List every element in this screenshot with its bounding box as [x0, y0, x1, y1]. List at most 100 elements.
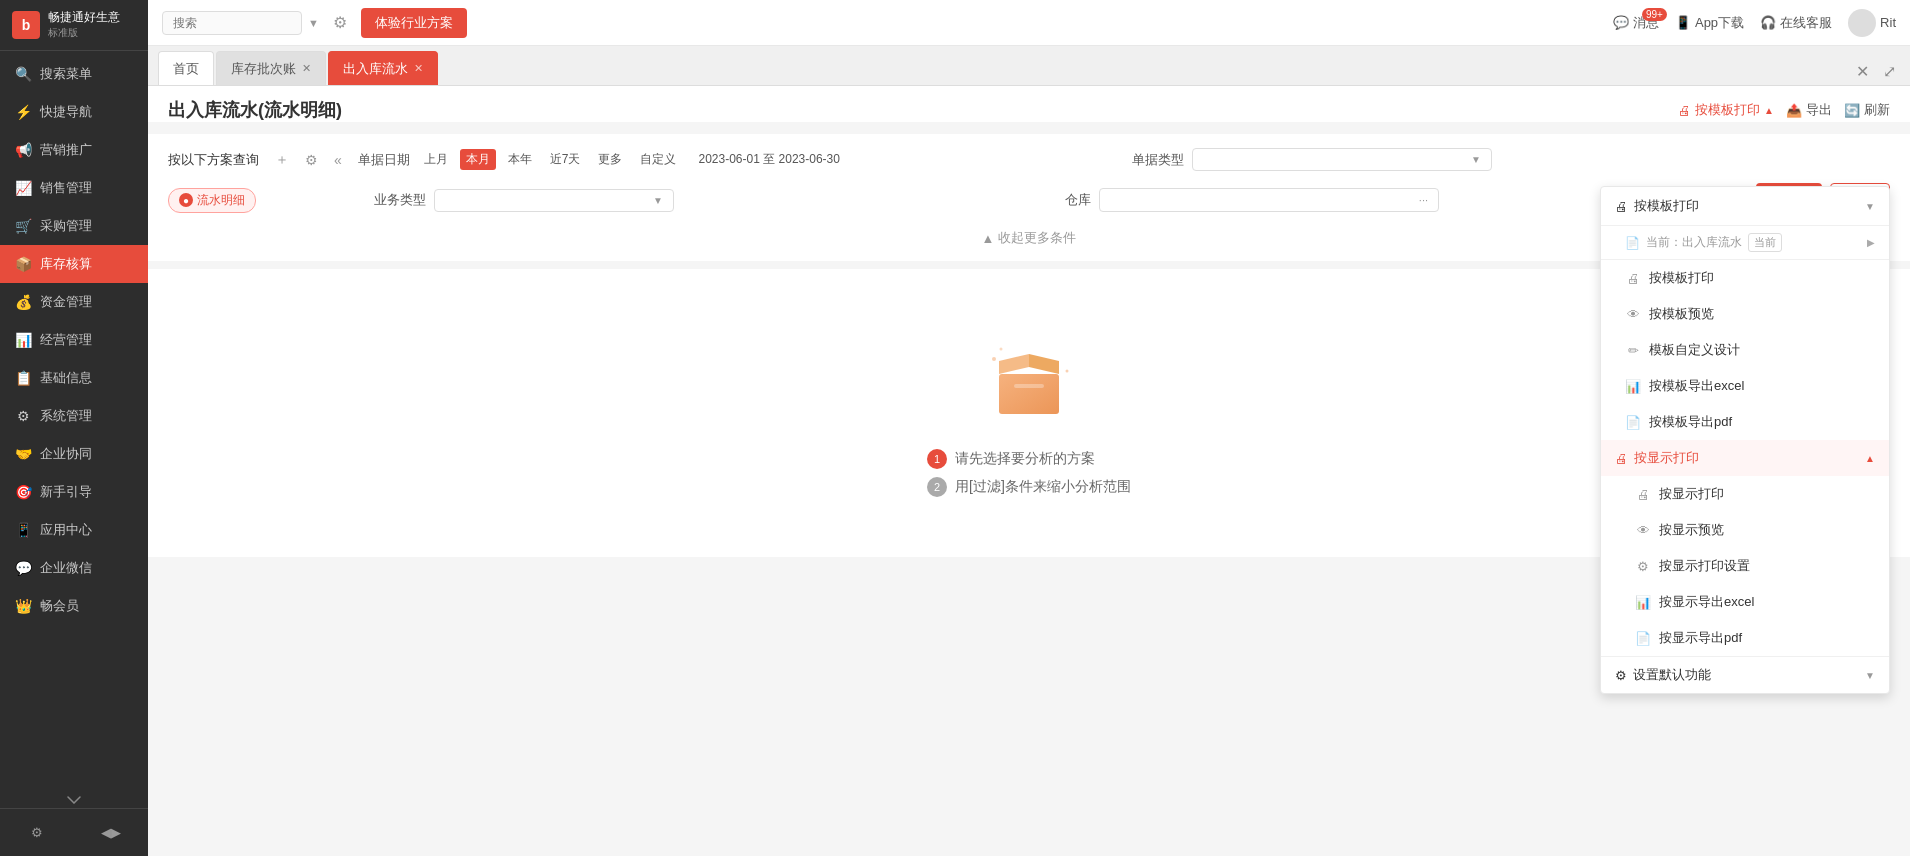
- sidebar-item-purchase[interactable]: 🛒 采购管理: [0, 207, 148, 245]
- filter-settings-icon[interactable]: ⚙: [305, 152, 318, 168]
- sidebar-item-apps[interactable]: 📱 应用中心: [0, 511, 148, 549]
- date-this-year[interactable]: 本年: [502, 149, 538, 170]
- topbar: ▼ ⚙ 体验行业方案 💬 消息 99+ 📱 App下载 🎧 在线客服: [148, 0, 1910, 46]
- date-7days[interactable]: 近7天: [544, 149, 587, 170]
- dropdown-template-design[interactable]: ✏ 模板自定义设计: [1601, 332, 1889, 368]
- dropdown-header-chevron: ▼: [1865, 201, 1875, 212]
- sidebar-item-marketing[interactable]: 📢 营销推广: [0, 131, 148, 169]
- dropdown-display-pdf[interactable]: 📄 按显示导出pdf: [1601, 620, 1889, 656]
- sidebar-item-basic[interactable]: 📋 基础信息: [0, 359, 148, 397]
- page-content: 出入库流水(流水明细) 🖨 按模板打印 ▲ 📤 导出 🔄: [148, 86, 1910, 856]
- doc-type-select[interactable]: ▼: [1192, 148, 1492, 171]
- template-pdf-icon: 📄: [1625, 414, 1641, 430]
- sidebar-bottom: ⚙ ◀▶: [0, 808, 148, 856]
- system-icon: ⚙: [14, 407, 32, 425]
- sidebar-item-inventory[interactable]: 📦 库存核算: [0, 245, 148, 283]
- tab-expand-btn[interactable]: ⤢: [1879, 58, 1900, 85]
- display-excel-icon: 📊: [1635, 594, 1651, 610]
- member-icon: 👑: [14, 597, 32, 615]
- sidebar-item-collab[interactable]: 🤝 企业协同: [0, 435, 148, 473]
- sidebar-item-guide[interactable]: 🎯 新手引导: [0, 473, 148, 511]
- dropdown-template-pdf[interactable]: 📄 按模板导出pdf: [1601, 404, 1889, 440]
- svg-rect-1: [1014, 384, 1044, 388]
- collapse-sidebar-btn[interactable]: ◀▶: [74, 817, 148, 848]
- dropdown-footer[interactable]: ⚙ 设置默认功能 ▼: [1601, 656, 1889, 693]
- business-type-arrow-icon: ▼: [653, 195, 663, 206]
- sidebar-item-search[interactable]: 🔍 搜索菜单: [0, 55, 148, 93]
- footer-chevron: ▼: [1865, 670, 1875, 681]
- date-this-month[interactable]: 本月: [460, 149, 496, 170]
- display-pdf-icon: 📄: [1635, 630, 1651, 646]
- display-print-section-icon: 🖨: [1615, 451, 1628, 466]
- sidebar-item-system[interactable]: ⚙ 系统管理: [0, 397, 148, 435]
- message-icon: 💬: [1613, 15, 1629, 30]
- sidebar: b 畅捷通好生意 标准版 🔍 搜索菜单 ⚡ 快捷导航 📢 营销推广 📈: [0, 0, 148, 856]
- operations-icon: 📊: [14, 331, 32, 349]
- tab-flow[interactable]: 出入库流水 ✕: [328, 51, 438, 85]
- tab-batch-close[interactable]: ✕: [302, 62, 311, 75]
- sidebar-item-operations[interactable]: 📊 经营管理: [0, 321, 148, 359]
- tab-flow-close[interactable]: ✕: [414, 62, 423, 75]
- dropdown-template-print[interactable]: 🖨 按模板打印: [1601, 260, 1889, 296]
- display-print-section[interactable]: 🖨 按显示打印 ▲: [1601, 440, 1889, 476]
- print-header-icon: 🖨: [1615, 199, 1628, 214]
- purchase-icon: 🛒: [14, 217, 32, 235]
- empty-illustration: [979, 329, 1079, 429]
- step-1-num: 1: [927, 449, 947, 469]
- tab-batch[interactable]: 库存批次账 ✕: [216, 51, 326, 85]
- search-input[interactable]: [162, 11, 302, 35]
- dropdown-header[interactable]: 🖨 按模板打印 ▼: [1601, 187, 1889, 226]
- warehouse-label: 仓库: [1065, 191, 1091, 209]
- print-chevron-icon: ▲: [1764, 105, 1774, 116]
- user-avatar[interactable]: Rit: [1848, 9, 1896, 37]
- display-preview-icon: 👁: [1635, 522, 1651, 538]
- export-btn[interactable]: 📤 导出: [1786, 101, 1832, 119]
- template-print-icon: 🖨: [1625, 270, 1641, 286]
- dropdown-display-settings[interactable]: ⚙ 按显示打印设置: [1601, 548, 1889, 584]
- tabbar: 首页 库存批次账 ✕ 出入库流水 ✕ ✕ ⤢: [148, 46, 1910, 86]
- print-template-btn[interactable]: 🖨 按模板打印 ▲: [1678, 101, 1774, 119]
- topbar-right-area: 💬 消息 99+ 📱 App下载 🎧 在线客服 Rit: [1613, 9, 1896, 37]
- filter-add-btn[interactable]: ＋: [275, 151, 289, 169]
- sidebar-scroll-down[interactable]: [0, 792, 148, 808]
- guide-icon: 🎯: [14, 483, 32, 501]
- online-service-button[interactable]: 🎧 在线客服: [1760, 14, 1832, 32]
- sidebar-item-member[interactable]: 👑 畅会员: [0, 587, 148, 625]
- business-type-select[interactable]: ▼: [434, 189, 674, 212]
- sidebar-item-finance[interactable]: 💰 资金管理: [0, 283, 148, 321]
- warehouse-input[interactable]: ···: [1099, 188, 1439, 212]
- service-icon: 🎧: [1760, 15, 1776, 30]
- filter-tag-area: ● 流水明细: [168, 188, 358, 213]
- topbar-gear-icon[interactable]: ⚙: [329, 9, 351, 36]
- current-template-row[interactable]: 📄 当前：出入库流水 当前 ▶: [1601, 226, 1889, 260]
- dropdown-template-preview[interactable]: 👁 按模板预览: [1601, 296, 1889, 332]
- sidebar-item-sales[interactable]: 📈 销售管理: [0, 169, 148, 207]
- dropdown-display-print[interactable]: 🖨 按显示打印: [1601, 476, 1889, 512]
- template-excel-icon: 📊: [1625, 378, 1641, 394]
- page-actions: 🖨 按模板打印 ▲ 📤 导出 🔄 刷新: [1678, 101, 1890, 119]
- date-filter-label: 单据日期: [358, 151, 410, 169]
- flow-detail-tag: ● 流水明细: [168, 188, 256, 213]
- date-last-month[interactable]: 上月: [418, 149, 454, 170]
- sidebar-item-quicknav[interactable]: ⚡ 快捷导航: [0, 93, 148, 131]
- search-dropdown-arrow[interactable]: ▼: [308, 17, 319, 29]
- app-download-button[interactable]: 📱 App下载: [1675, 14, 1744, 32]
- svg-rect-0: [999, 374, 1059, 414]
- avatar: [1848, 9, 1876, 37]
- dropdown-display-preview[interactable]: 👁 按显示预览: [1601, 512, 1889, 548]
- date-custom[interactable]: 自定义: [634, 149, 682, 170]
- tab-close-all-btn[interactable]: ✕: [1852, 58, 1873, 85]
- message-button[interactable]: 💬 消息 99+: [1613, 14, 1659, 32]
- refresh-btn[interactable]: 🔄 刷新: [1844, 101, 1890, 119]
- dropdown-template-excel[interactable]: 📊 按模板导出excel: [1601, 368, 1889, 404]
- logo-text: 畅捷通好生意 标准版: [48, 10, 120, 40]
- tab-home[interactable]: 首页: [158, 51, 214, 85]
- empty-step-2: 2 用[过滤]条件来缩小分析范围: [927, 477, 1131, 497]
- filter-collapse-icon[interactable]: «: [334, 152, 342, 168]
- chevron-up-icon: ▲: [982, 231, 995, 246]
- sidebar-item-wechat[interactable]: 💬 企业微信: [0, 549, 148, 587]
- date-more[interactable]: 更多: [592, 149, 628, 170]
- trial-button[interactable]: 体验行业方案: [361, 8, 467, 38]
- settings-bottom-btn[interactable]: ⚙: [0, 817, 74, 848]
- dropdown-display-excel[interactable]: 📊 按显示导出excel: [1601, 584, 1889, 620]
